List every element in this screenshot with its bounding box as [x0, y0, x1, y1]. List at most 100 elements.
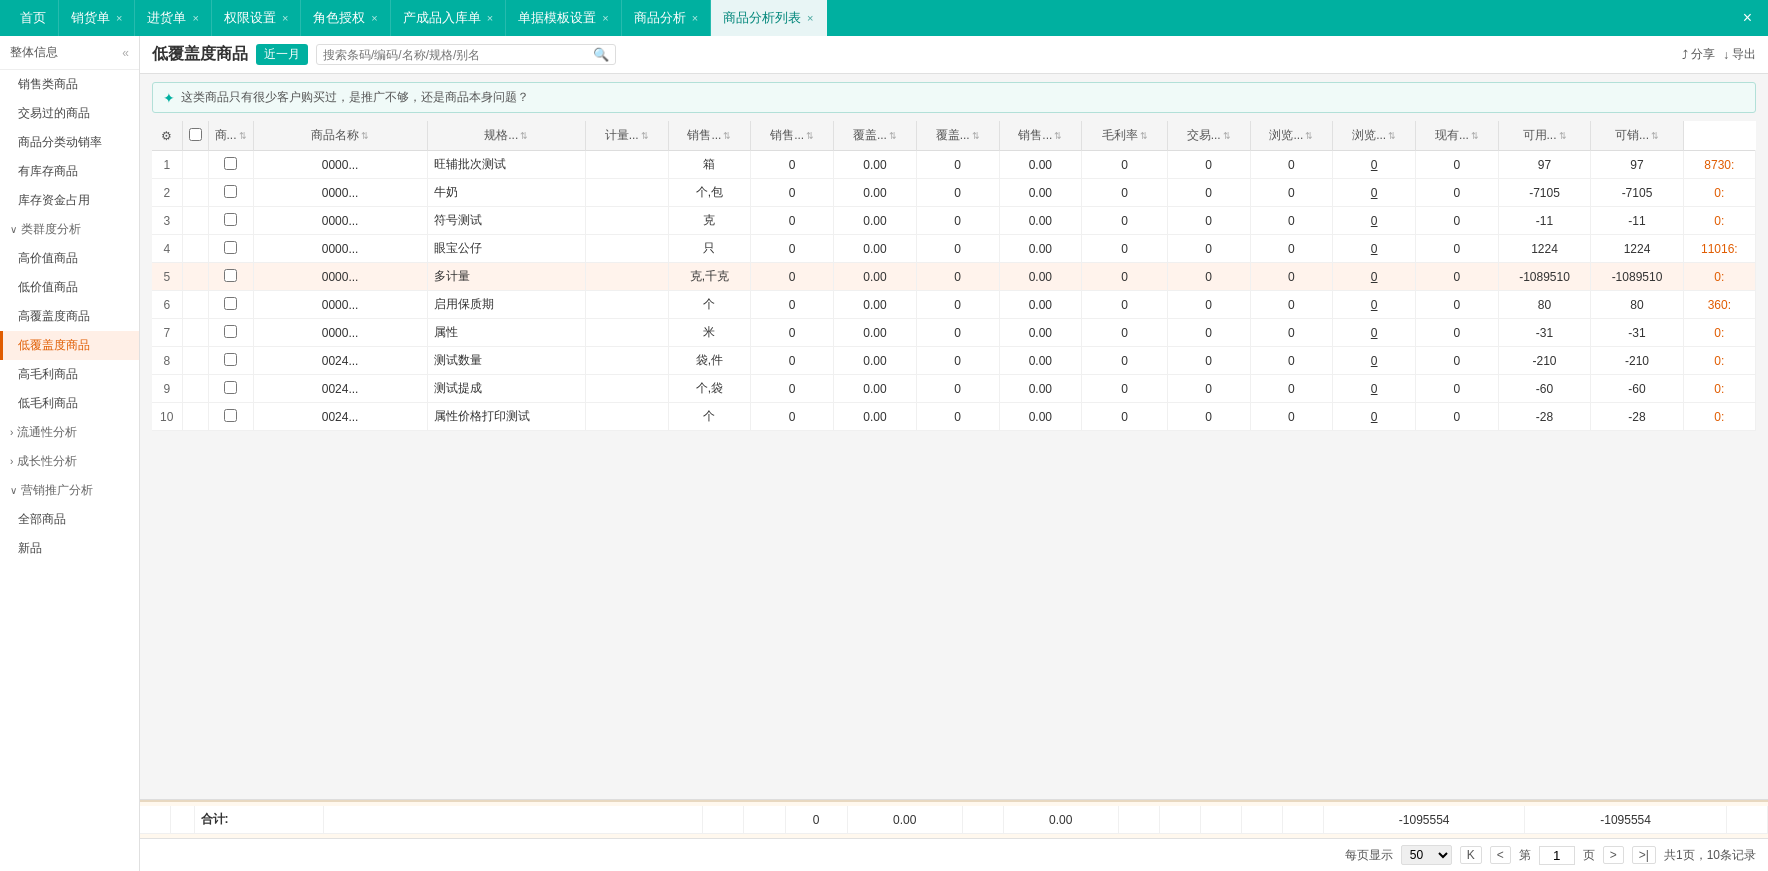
nav-item-purchase[interactable]: 进货单 × [135, 0, 211, 36]
td-checkbox[interactable] [208, 235, 253, 263]
sidebar-item-stock-capital[interactable]: 库存资金占用 [0, 186, 139, 215]
search-input[interactable] [323, 48, 593, 62]
td-browse1[interactable]: 0 [1333, 403, 1416, 431]
row-checkbox[interactable] [224, 353, 237, 366]
sidebar-collapse-icon[interactable]: « [122, 46, 129, 60]
td-checkbox[interactable] [208, 291, 253, 319]
prev-page-button[interactable]: < [1490, 846, 1511, 864]
nav-close-finished-goods[interactable]: × [487, 12, 493, 24]
page-size-select[interactable]: 50 20 100 200 [1401, 845, 1452, 865]
td-browse1[interactable]: 0 [1333, 347, 1416, 375]
th-unit[interactable]: 计量...⇅ [585, 121, 668, 151]
sidebar-section-cluster[interactable]: ∨ 类群度分析 [0, 215, 139, 244]
td-checkbox[interactable] [208, 403, 253, 431]
nav-item-finished-goods[interactable]: 产成品入库单 × [391, 0, 506, 36]
td-browse1[interactable]: 0 [1333, 319, 1416, 347]
td-checkbox[interactable] [208, 207, 253, 235]
sidebar-item-low-coverage[interactable]: 低覆盖度商品 [0, 331, 139, 360]
th-gross-rate[interactable]: 毛利率⇅ [1082, 121, 1168, 151]
th-cover1[interactable]: 覆盖...⇅ [834, 121, 917, 151]
th-spec[interactable]: 规格...⇅ [427, 121, 585, 151]
row-checkbox[interactable] [224, 269, 237, 282]
sidebar-item-sales-goods[interactable]: 销售类商品 [0, 70, 139, 99]
table-container[interactable]: ⚙ 商...⇅ 商品名称⇅ 规格...⇅ 计量...⇅ 销售...⇅ 销售...… [152, 121, 1756, 799]
browse-link[interactable]: 0 [1371, 158, 1378, 172]
td-checkbox[interactable] [208, 347, 253, 375]
th-browse2[interactable]: 浏览...⇅ [1333, 121, 1416, 151]
export-button[interactable]: ↓ 导出 [1723, 46, 1756, 63]
nav-close-roles[interactable]: × [371, 12, 377, 24]
nav-item-sales[interactable]: 销货单 × [59, 0, 135, 36]
sidebar-item-low-value[interactable]: 低价值商品 [0, 273, 139, 302]
nav-item-roles[interactable]: 角色授权 × [301, 0, 390, 36]
th-checkbox[interactable] [182, 121, 208, 151]
browse-link[interactable]: 0 [1371, 270, 1378, 284]
sidebar-item-high-coverage[interactable]: 高覆盖度商品 [0, 302, 139, 331]
td-checkbox[interactable] [208, 375, 253, 403]
row-checkbox[interactable] [224, 381, 237, 394]
row-checkbox[interactable] [224, 213, 237, 226]
sidebar-item-all-goods[interactable]: 全部商品 [0, 505, 139, 534]
row-checkbox[interactable] [224, 157, 237, 170]
share-button[interactable]: ⤴ 分享 [1682, 46, 1715, 63]
sidebar-item-high-margin[interactable]: 高毛利商品 [0, 360, 139, 389]
sidebar-item-high-value[interactable]: 高价值商品 [0, 244, 139, 273]
th-cover2[interactable]: 覆盖...⇅ [916, 121, 999, 151]
td-checkbox[interactable] [208, 263, 253, 291]
nav-close-purchase[interactable]: × [192, 12, 198, 24]
page-number-input[interactable] [1539, 846, 1575, 865]
sidebar-section-marketing[interactable]: ∨ 营销推广分析 [0, 476, 139, 505]
browse-link[interactable]: 0 [1371, 382, 1378, 396]
nav-close-sales[interactable]: × [116, 12, 122, 24]
sidebar-item-category-rate[interactable]: 商品分类动销率 [0, 128, 139, 157]
nav-close-analysis-list[interactable]: × [807, 12, 813, 24]
row-checkbox[interactable] [224, 297, 237, 310]
nav-close-template[interactable]: × [602, 12, 608, 24]
row-checkbox[interactable] [224, 325, 237, 338]
nav-close-product-analysis[interactable]: × [692, 12, 698, 24]
th-saleable[interactable]: 可销...⇅ [1591, 121, 1683, 151]
browse-link[interactable]: 0 [1371, 242, 1378, 256]
browse-link[interactable]: 0 [1371, 354, 1378, 368]
td-browse1[interactable]: 0 [1333, 235, 1416, 263]
th-trans[interactable]: 交易...⇅ [1167, 121, 1250, 151]
browse-link[interactable]: 0 [1371, 326, 1378, 340]
sidebar-section-liquidity[interactable]: › 流通性分析 [0, 418, 139, 447]
td-browse1[interactable]: 0 [1333, 291, 1416, 319]
browse-link[interactable]: 0 [1371, 214, 1378, 228]
td-browse1[interactable]: 0 [1333, 207, 1416, 235]
th-available[interactable]: 可用...⇅ [1498, 121, 1590, 151]
th-name[interactable]: 商品名称⇅ [253, 121, 427, 151]
th-browse1[interactable]: 浏览...⇅ [1250, 121, 1333, 151]
td-checkbox[interactable] [208, 319, 253, 347]
th-sales-amt[interactable]: 销售...⇅ [751, 121, 834, 151]
nav-item-analysis-list[interactable]: 商品分析列表 × [711, 0, 826, 36]
nav-item-home[interactable]: 首页 [8, 0, 59, 36]
td-browse1[interactable]: 0 [1333, 179, 1416, 207]
sidebar-item-new-goods[interactable]: 新品 [0, 534, 139, 563]
th-sales-amt2[interactable]: 销售...⇅ [999, 121, 1082, 151]
row-checkbox[interactable] [224, 185, 237, 198]
td-checkbox[interactable] [208, 151, 253, 179]
next-page-button[interactable]: > [1603, 846, 1624, 864]
nav-item-template[interactable]: 单据模板设置 × [506, 0, 621, 36]
td-browse1[interactable]: 0 [1333, 263, 1416, 291]
browse-link[interactable]: 0 [1371, 186, 1378, 200]
nav-close-permissions[interactable]: × [282, 12, 288, 24]
sidebar-item-in-stock[interactable]: 有库存商品 [0, 157, 139, 186]
th-sales-qty[interactable]: 销售...⇅ [668, 121, 751, 151]
th-settings[interactable]: ⚙ [152, 121, 182, 151]
th-current[interactable]: 现有...⇅ [1416, 121, 1499, 151]
td-browse1[interactable]: 0 [1333, 151, 1416, 179]
sidebar-section-growth[interactable]: › 成长性分析 [0, 447, 139, 476]
time-filter-button[interactable]: 近一月 [256, 44, 308, 65]
th-code[interactable]: 商...⇅ [208, 121, 253, 151]
nav-item-permissions[interactable]: 权限设置 × [212, 0, 301, 36]
sidebar-item-traded-goods[interactable]: 交易过的商品 [0, 99, 139, 128]
nav-item-product-analysis[interactable]: 商品分析 × [622, 0, 711, 36]
first-page-button[interactable]: K [1460, 846, 1482, 864]
td-browse1[interactable]: 0 [1333, 375, 1416, 403]
browse-link[interactable]: 0 [1371, 410, 1378, 424]
window-close-button[interactable]: × [1735, 9, 1760, 27]
last-page-button[interactable]: >| [1632, 846, 1656, 864]
